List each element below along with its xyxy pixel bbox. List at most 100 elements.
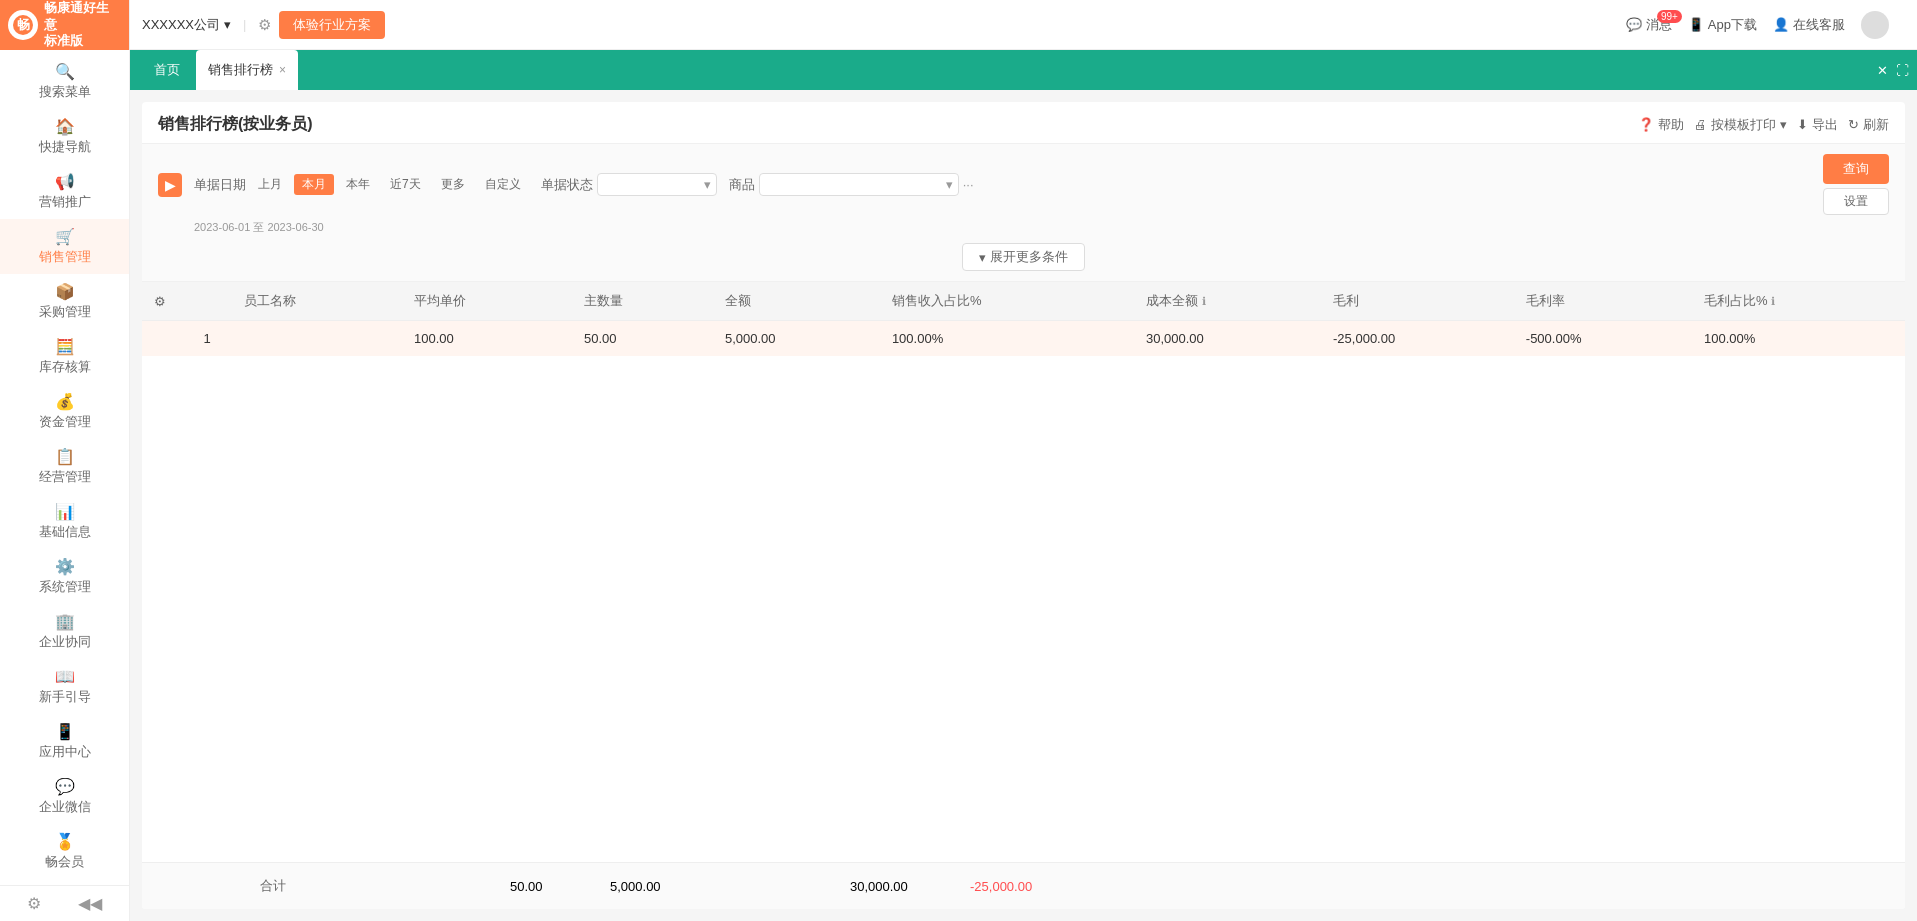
system-icon: ⚙️ <box>55 557 75 576</box>
page-title: 销售排行榜(按业务员) <box>158 114 1638 135</box>
sidebar-item-wechat[interactable]: 💬 企业微信 <box>0 769 129 824</box>
data-table: ⚙ 员工名称 平均单价 主数量 全额 销售收入占比% 成本全额 ℹ 毛利 毛利率… <box>142 282 1905 356</box>
date-btn-this-month[interactable]: 本月 <box>294 174 334 195</box>
app-download-button[interactable]: 📱 App下载 <box>1688 16 1757 34</box>
shortcut-icon: 🏠 <box>55 117 75 136</box>
query-button[interactable]: 查询 <box>1823 154 1889 184</box>
collapse-icon[interactable]: ◀◀ <box>78 894 102 913</box>
print-dropdown-icon: ▾ <box>1780 117 1787 132</box>
sidebar-item-shortcut[interactable]: 🏠 快捷导航 <box>0 109 129 164</box>
filter-expand-arrow[interactable]: ▶ <box>158 173 182 197</box>
footer-cost: 30,000.00 <box>838 871 958 901</box>
tab-close-window-icon[interactable]: ✕ <box>1877 63 1888 78</box>
avatar[interactable] <box>1861 11 1889 39</box>
sidebar-item-label-shortcut: 快捷导航 <box>39 138 91 156</box>
footer-empty-settings <box>158 871 198 901</box>
company-name: XXXXXX公司 <box>142 16 220 34</box>
goods-filter: 商品 ··· <box>729 173 974 196</box>
sidebar-item-search[interactable]: 🔍 搜索菜单 <box>0 54 129 109</box>
date-btn-this-year[interactable]: 本年 <box>338 174 378 195</box>
sidebar-item-sales[interactable]: 🛒 销售管理 <box>0 219 129 274</box>
sidebar-item-vip[interactable]: 🏅 畅会员 <box>0 824 129 879</box>
appstore-icon: 📱 <box>55 722 75 741</box>
gross-pct-info-icon[interactable]: ℹ <box>1771 295 1775 307</box>
doc-status-label: 单据状态 <box>541 176 593 194</box>
sidebar-item-inventory[interactable]: 🧮 库存核算 <box>0 329 129 384</box>
message-icon: 💬 <box>1626 17 1642 32</box>
sidebar-item-marketing[interactable]: 📢 营销推广 <box>0 164 129 219</box>
sidebar-item-label-inventory: 库存核算 <box>39 358 91 376</box>
sidebar-item-enterprise[interactable]: 🏢 企业协同 <box>0 604 129 659</box>
sidebar-item-purchase[interactable]: 📦 采购管理 <box>0 274 129 329</box>
doc-status-select-wrapper <box>597 173 717 196</box>
sidebar-item-operations[interactable]: 📋 经营管理 <box>0 439 129 494</box>
sales-icon: 🛒 <box>55 227 75 246</box>
col-gross-rate: 毛利率 <box>1514 282 1692 321</box>
sidebar-item-finance[interactable]: 💰 资金管理 <box>0 384 129 439</box>
company-selector[interactable]: XXXXXX公司 ▾ <box>142 16 231 34</box>
inner-page: 销售排行榜(按业务员) ❓ 帮助 🖨 按模板打印 ▾ ⬇ 导出 <box>142 102 1905 909</box>
expand-more-button[interactable]: ▾ 展开更多条件 <box>962 243 1085 271</box>
footer-avg-price <box>398 871 498 901</box>
print-icon: 🖨 <box>1694 117 1707 132</box>
sidebar-item-label-enterprise: 企业协同 <box>39 633 91 651</box>
goods-select-wrapper <box>759 173 959 196</box>
date-filter-field: 单据日期 上月 本月 本年 近7天 更多 自定义 <box>194 174 529 195</box>
topbar-gear-icon[interactable]: ⚙ <box>258 16 271 34</box>
col-avg-price: 平均单价 <box>402 282 572 321</box>
sidebar-bottom: ⚙ ◀◀ <box>0 885 129 921</box>
message-button[interactable]: 💬 消息 99+ <box>1626 16 1672 34</box>
settings-button[interactable]: 设置 <box>1823 188 1889 215</box>
row-gross-rate-0: -500.00% <box>1514 321 1692 357</box>
col-qty: 主数量 <box>572 282 713 321</box>
sidebar-item-label-vip: 畅会员 <box>45 853 84 871</box>
sidebar-item-label-system: 系统管理 <box>39 578 91 596</box>
filter-more-dots[interactable]: ··· <box>963 177 974 192</box>
guide-icon: 📖 <box>55 667 75 686</box>
template-print-button[interactable]: 🖨 按模板打印 ▾ <box>1694 116 1787 134</box>
cost-info-icon[interactable]: ℹ <box>1202 295 1206 307</box>
vip-icon: 🏅 <box>55 832 75 851</box>
date-btn-prev-month[interactable]: 上月 <box>250 174 290 195</box>
help-button[interactable]: ❓ 帮助 <box>1638 116 1684 134</box>
date-btn-last7[interactable]: 近7天 <box>382 174 429 195</box>
sidebar-item-appstore[interactable]: 📱 应用中心 <box>0 714 129 769</box>
table-row: 1 100.00 50.00 5,000.00 100.00% 30,000.0… <box>142 321 1905 357</box>
query-btn-area: 查询 设置 <box>1823 154 1889 215</box>
sidebar-item-label-sales: 销售管理 <box>39 248 91 266</box>
sidebar-item-label-search: 搜索菜单 <box>39 83 91 101</box>
settings-bottom-icon[interactable]: ⚙ <box>27 894 41 913</box>
col-amount: 全额 <box>713 282 880 321</box>
date-btn-custom[interactable]: 自定义 <box>477 174 529 195</box>
tab-sales-ranking[interactable]: 销售排行榜 × <box>196 50 298 90</box>
online-service-button[interactable]: 👤 在线客服 <box>1773 16 1845 34</box>
sidebar-item-basic[interactable]: 📊 基础信息 <box>0 494 129 549</box>
tab-close-icon[interactable]: × <box>279 63 286 77</box>
row-gross-0: -25,000.00 <box>1321 321 1514 357</box>
marketing-icon: 📢 <box>55 172 75 191</box>
tab-maximize-icon[interactable]: ⛶ <box>1896 63 1909 78</box>
sidebar-item-label-operations: 经营管理 <box>39 468 91 486</box>
sidebar-item-system[interactable]: ⚙️ 系统管理 <box>0 549 129 604</box>
goods-select[interactable] <box>759 173 959 196</box>
tab-home[interactable]: 首页 <box>138 50 196 90</box>
footer-sales-pct <box>718 871 838 901</box>
sidebar-item-guide[interactable]: 📖 新手引导 <box>0 659 129 714</box>
trial-button[interactable]: 体验行业方案 <box>279 11 385 39</box>
enterprise-icon: 🏢 <box>55 612 75 631</box>
doc-status-select[interactable] <box>597 173 717 196</box>
export-button[interactable]: ⬇ 导出 <box>1797 116 1838 134</box>
refresh-icon: ↻ <box>1848 117 1859 132</box>
filter-bar: ▶ 单据日期 上月 本月 本年 近7天 更多 自定义 <box>142 144 1905 282</box>
footer-label: 合计 <box>248 871 398 901</box>
row-settings-0 <box>142 321 182 357</box>
footer-table: 合计 50.00 5,000.00 30,000.00 -25,000.00 <box>158 871 1889 901</box>
date-btn-more[interactable]: 更多 <box>433 174 473 195</box>
footer-gross-rate <box>1078 871 1484 901</box>
refresh-button[interactable]: ↻ 刷新 <box>1848 116 1889 134</box>
date-range-text: 2023-06-01 至 2023-06-30 <box>194 221 324 233</box>
table-footer: 合计 50.00 5,000.00 30,000.00 -25,000.00 <box>142 862 1905 909</box>
topbar-right: 💬 消息 99+ 📱 App下载 👤 在线客服 <box>1626 11 1905 39</box>
logo-text: 畅康通好生意 标准版 <box>44 0 121 50</box>
date-range-buttons: 上月 本月 本年 近7天 更多 自定义 <box>250 174 529 195</box>
